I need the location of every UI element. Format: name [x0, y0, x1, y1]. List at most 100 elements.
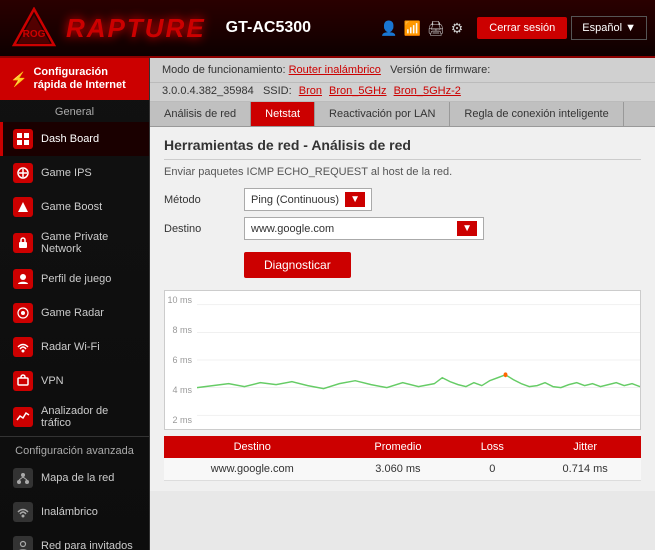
tab-smartconnect-label: Regla de conexión inteligente	[464, 108, 608, 120]
col-jitter: Jitter	[529, 436, 641, 458]
chart-y-labels: 10 ms 8 ms 6 ms 4 ms 2 ms	[165, 291, 197, 429]
col-loss: Loss	[455, 436, 529, 458]
language-button[interactable]: Español ▼	[571, 16, 647, 40]
general-section-label: General	[0, 100, 149, 122]
gameprofile-icon	[13, 269, 33, 289]
ssid2[interactable]: Bron_5GHz	[329, 85, 386, 97]
tab-netstat-label: Netstat	[265, 108, 300, 120]
tab-analysis-label: Análisis de red	[164, 108, 236, 120]
row-destino: www.google.com	[164, 458, 341, 481]
method-label: Método	[164, 194, 234, 206]
destino-label: Destino	[164, 223, 234, 235]
sidebar-item-gameips[interactable]: Game IPS	[0, 156, 149, 190]
col-destino: Destino	[164, 436, 341, 458]
table-row: www.google.com 3.060 ms 0 0.714 ms	[164, 458, 641, 481]
firmware-bar: 3.0.0.4.382_35984 SSID: Bron Bron_5GHz B…	[150, 83, 655, 102]
row-loss: 0	[455, 458, 529, 481]
ping-chart: 10 ms 8 ms 6 ms 4 ms 2 ms	[164, 290, 641, 430]
method-row: Método Ping (Continuous) ▼	[164, 188, 641, 211]
ssid1[interactable]: Bron	[299, 85, 322, 97]
quick-config-label: Configuraciónrápida de Internet	[33, 66, 125, 92]
settings-icon[interactable]: ⚙	[451, 20, 464, 37]
tab-smartconnect[interactable]: Regla de conexión inteligente	[450, 102, 623, 126]
diagnose-button[interactable]: Diagnosticar	[244, 252, 351, 278]
y-label-6ms: 6 ms	[167, 355, 195, 365]
col-promedio: Promedio	[341, 436, 456, 458]
header-icons: 👤 📶 🖨 ⚙	[380, 20, 463, 37]
traffic-label: Analizador de tráfico	[41, 405, 139, 429]
dashboard-label: Dash Board	[41, 133, 99, 145]
version-label: Versión de firmware:	[390, 64, 490, 76]
main-content: Modo de funcionamiento: Router inalámbri…	[150, 58, 655, 550]
gameboost-icon	[13, 197, 33, 217]
mode-label: Modo de funcionamiento:	[162, 64, 286, 76]
sidebar-item-wireless[interactable]: Inalámbrico	[0, 495, 149, 529]
vpn-label: VPN	[41, 375, 64, 387]
sidebar-item-gameprivate[interactable]: Game Private Network	[0, 224, 149, 262]
sidebar-item-guestnet[interactable]: Red para invitados	[0, 529, 149, 550]
printer-icon[interactable]: 🖨	[427, 20, 445, 37]
sidebar-item-gameprofile[interactable]: Perfil de juego	[0, 262, 149, 296]
destino-select-arrow-icon: ▼	[457, 221, 477, 236]
gameradar-label: Game Radar	[41, 307, 104, 319]
y-label-2ms: 2 ms	[167, 415, 195, 425]
gameprofile-label: Perfil de juego	[41, 273, 111, 285]
page-title: Herramientas de red - Análisis de red	[164, 137, 641, 153]
advanced-section-label: Configuración avanzada	[0, 436, 149, 461]
sidebar-item-gameboost[interactable]: Game Boost	[0, 190, 149, 224]
sidebar-item-vpn[interactable]: VPN	[0, 364, 149, 398]
tab-netstat[interactable]: Netstat	[251, 102, 315, 126]
wireless-icon	[13, 502, 33, 522]
main-layout: ⚡ Configuraciónrápida de Internet Genera…	[0, 58, 655, 550]
sidebar-item-traffic[interactable]: Analizador de tráfico	[0, 398, 149, 436]
header: ROG RAPTURE GT-AC5300 👤 📶 🖨 ⚙ Cerrar ses…	[0, 0, 655, 58]
content-description: Enviar paquetes ICMP ECHO_REQUEST al hos…	[164, 166, 641, 178]
gameboost-label: Game Boost	[41, 201, 102, 213]
radarwifi-label: Radar Wi-Fi	[41, 341, 100, 353]
gameprivate-label: Game Private Network	[41, 231, 139, 255]
vpn-icon	[13, 371, 33, 391]
row-promedio: 3.060 ms	[341, 458, 456, 481]
networkmap-label: Mapa de la red	[41, 472, 114, 484]
method-select[interactable]: Ping (Continuous) ▼	[244, 188, 372, 211]
radarwifi-icon	[13, 337, 33, 357]
method-select-arrow-icon: ▼	[345, 192, 365, 207]
brand-name: RAPTURE	[66, 13, 206, 44]
quick-config-item[interactable]: ⚡ Configuraciónrápida de Internet	[0, 58, 149, 100]
gameips-label: Game IPS	[41, 167, 92, 179]
dashboard-icon	[13, 129, 33, 149]
ssid3[interactable]: Bron_5GHz-2	[394, 85, 461, 97]
mode-value[interactable]: Router inalámbrico	[289, 64, 381, 76]
logout-button[interactable]: Cerrar sesión	[477, 17, 567, 39]
sidebar-item-dashboard[interactable]: Dash Board	[0, 122, 149, 156]
guestnet-label: Red para invitados	[41, 540, 133, 550]
results-table: Destino Promedio Loss Jitter www.google.…	[164, 436, 641, 481]
wireless-label: Inalámbrico	[41, 506, 98, 518]
gameips-icon	[13, 163, 33, 183]
sidebar-item-gameradar[interactable]: Game Radar	[0, 296, 149, 330]
tab-wol[interactable]: Reactivación por LAN	[315, 102, 450, 126]
user-icon[interactable]: 👤	[380, 20, 397, 37]
model-name: GT-AC5300	[226, 19, 311, 37]
destino-row: Destino www.google.com ▼	[164, 217, 641, 240]
y-label-4ms: 4 ms	[167, 385, 195, 395]
chart-svg	[197, 291, 640, 429]
firmware-version: 3.0.0.4.382_35984	[162, 85, 254, 97]
y-label-8ms: 8 ms	[167, 325, 195, 335]
gameprivate-icon	[13, 233, 33, 253]
wifi-icon[interactable]: 📶	[403, 20, 420, 37]
y-label-10ms: 10 ms	[167, 295, 195, 305]
logo-area: ROG RAPTURE GT-AC5300	[10, 7, 311, 49]
row-jitter: 0.714 ms	[529, 458, 641, 481]
language-arrow-icon: ▼	[625, 22, 636, 34]
networkmap-icon	[13, 468, 33, 488]
sidebar-item-networkmap[interactable]: Mapa de la red	[0, 461, 149, 495]
traffic-icon	[13, 407, 33, 427]
guestnet-icon	[13, 536, 33, 550]
sidebar-item-radarwifi[interactable]: Radar Wi-Fi	[0, 330, 149, 364]
tab-analysis[interactable]: Análisis de red	[150, 102, 251, 126]
topbar: Modo de funcionamiento: Router inalámbri…	[150, 58, 655, 83]
svg-text:ROG: ROG	[23, 29, 46, 40]
method-value: Ping (Continuous)	[251, 194, 339, 206]
destino-input[interactable]: www.google.com ▼	[244, 217, 484, 240]
